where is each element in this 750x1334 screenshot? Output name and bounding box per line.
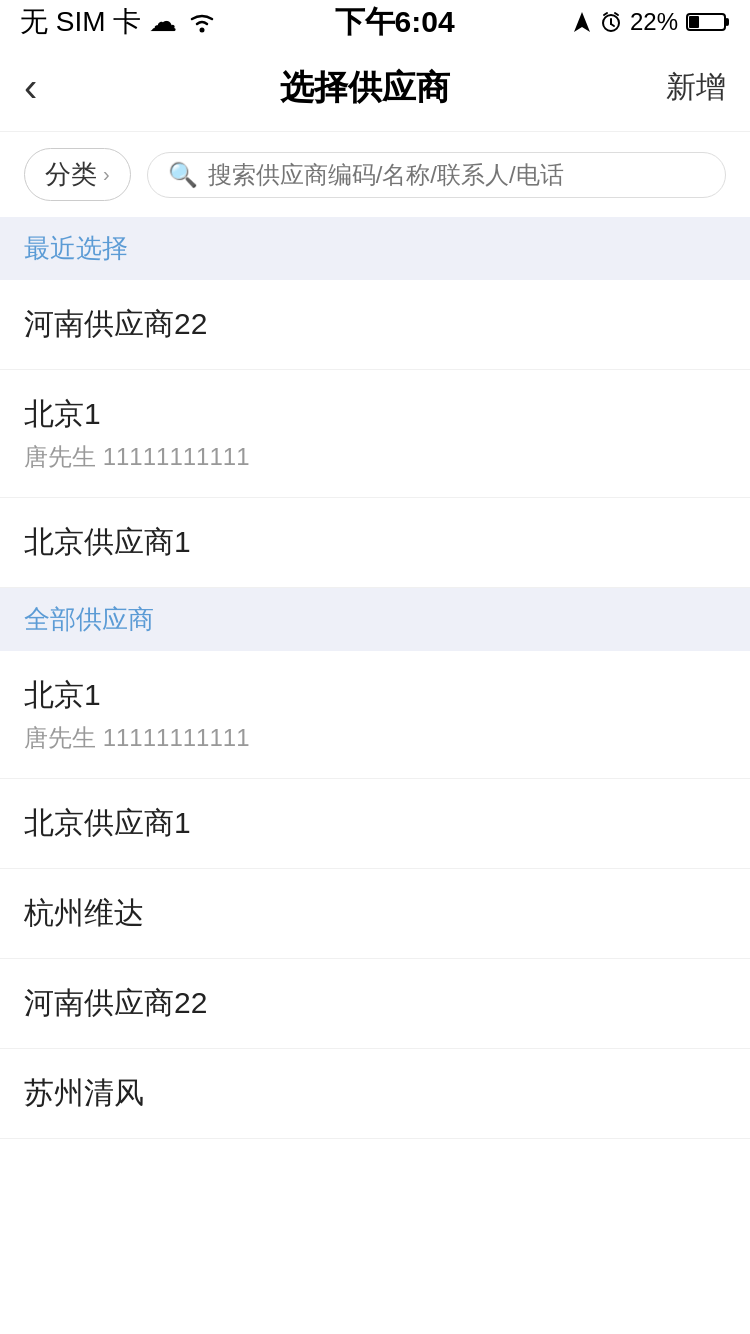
status-right: 22% xyxy=(572,8,730,36)
item-name: 杭州维达 xyxy=(24,893,726,934)
svg-point-0 xyxy=(200,28,205,33)
list-item[interactable]: 北京1 唐先生 11111111111 xyxy=(0,370,750,498)
recent-items-list: 河南供应商22 北京1 唐先生 11111111111 北京供应商1 xyxy=(0,280,750,588)
battery-icon xyxy=(686,11,730,33)
sim-text: 无 SIM 卡 ☁ xyxy=(20,3,177,41)
svg-line-3 xyxy=(611,24,614,26)
all-items-list: 北京1 唐先生 11111111111 北京供应商1 杭州维达河南供应商22 苏州清风 xyxy=(0,651,750,1139)
status-left: 无 SIM 卡 ☁ xyxy=(20,3,217,41)
alarm-icon xyxy=(600,11,622,33)
search-input[interactable] xyxy=(208,161,705,189)
item-sub: 唐先生 11111111111 xyxy=(24,722,726,754)
status-time: 下午6:04 xyxy=(335,2,455,43)
list-item[interactable]: 河南供应商22 xyxy=(0,280,750,370)
list-item[interactable]: 北京供应商1 xyxy=(0,779,750,869)
item-name: 北京1 xyxy=(24,675,726,716)
back-button[interactable]: ‹ xyxy=(24,65,84,110)
list-item[interactable]: 北京供应商1 xyxy=(0,498,750,588)
list-item[interactable]: 河南供应商22 xyxy=(0,959,750,1049)
battery-text: 22% xyxy=(630,8,678,36)
category-label: 分类 xyxy=(45,157,97,192)
status-bar: 无 SIM 卡 ☁ 下午6:04 22% xyxy=(0,0,750,44)
recent-section-label: 最近选择 xyxy=(24,233,128,263)
svg-rect-7 xyxy=(689,16,699,28)
item-sub: 唐先生 11111111111 xyxy=(24,441,726,473)
svg-rect-8 xyxy=(725,18,729,26)
all-section-header: 全部供应商 xyxy=(0,588,750,651)
item-name: 北京供应商1 xyxy=(24,803,726,844)
item-name: 北京供应商1 xyxy=(24,522,726,563)
item-name: 河南供应商22 xyxy=(24,304,726,345)
search-icon: 🔍 xyxy=(168,161,198,189)
category-button[interactable]: 分类 › xyxy=(24,148,131,201)
item-name: 苏州清风 xyxy=(24,1073,726,1114)
item-name: 河南供应商22 xyxy=(24,983,726,1024)
add-button[interactable]: 新增 xyxy=(646,67,726,108)
recent-section-header: 最近选择 xyxy=(0,217,750,280)
page-title: 选择供应商 xyxy=(280,65,450,111)
all-section-label: 全部供应商 xyxy=(24,604,154,634)
search-box[interactable]: 🔍 xyxy=(147,152,726,198)
list-item[interactable]: 苏州清风 xyxy=(0,1049,750,1139)
list-item[interactable]: 北京1 唐先生 11111111111 xyxy=(0,651,750,779)
item-name: 北京1 xyxy=(24,394,726,435)
chevron-right-icon: › xyxy=(103,163,110,186)
location-icon xyxy=(572,10,592,34)
svg-line-5 xyxy=(615,13,618,15)
list-item[interactable]: 杭州维达 xyxy=(0,869,750,959)
wifi-icon xyxy=(187,11,217,33)
nav-bar: ‹ 选择供应商 新增 xyxy=(0,44,750,132)
svg-line-4 xyxy=(604,13,607,15)
filter-bar: 分类 › 🔍 xyxy=(0,132,750,217)
